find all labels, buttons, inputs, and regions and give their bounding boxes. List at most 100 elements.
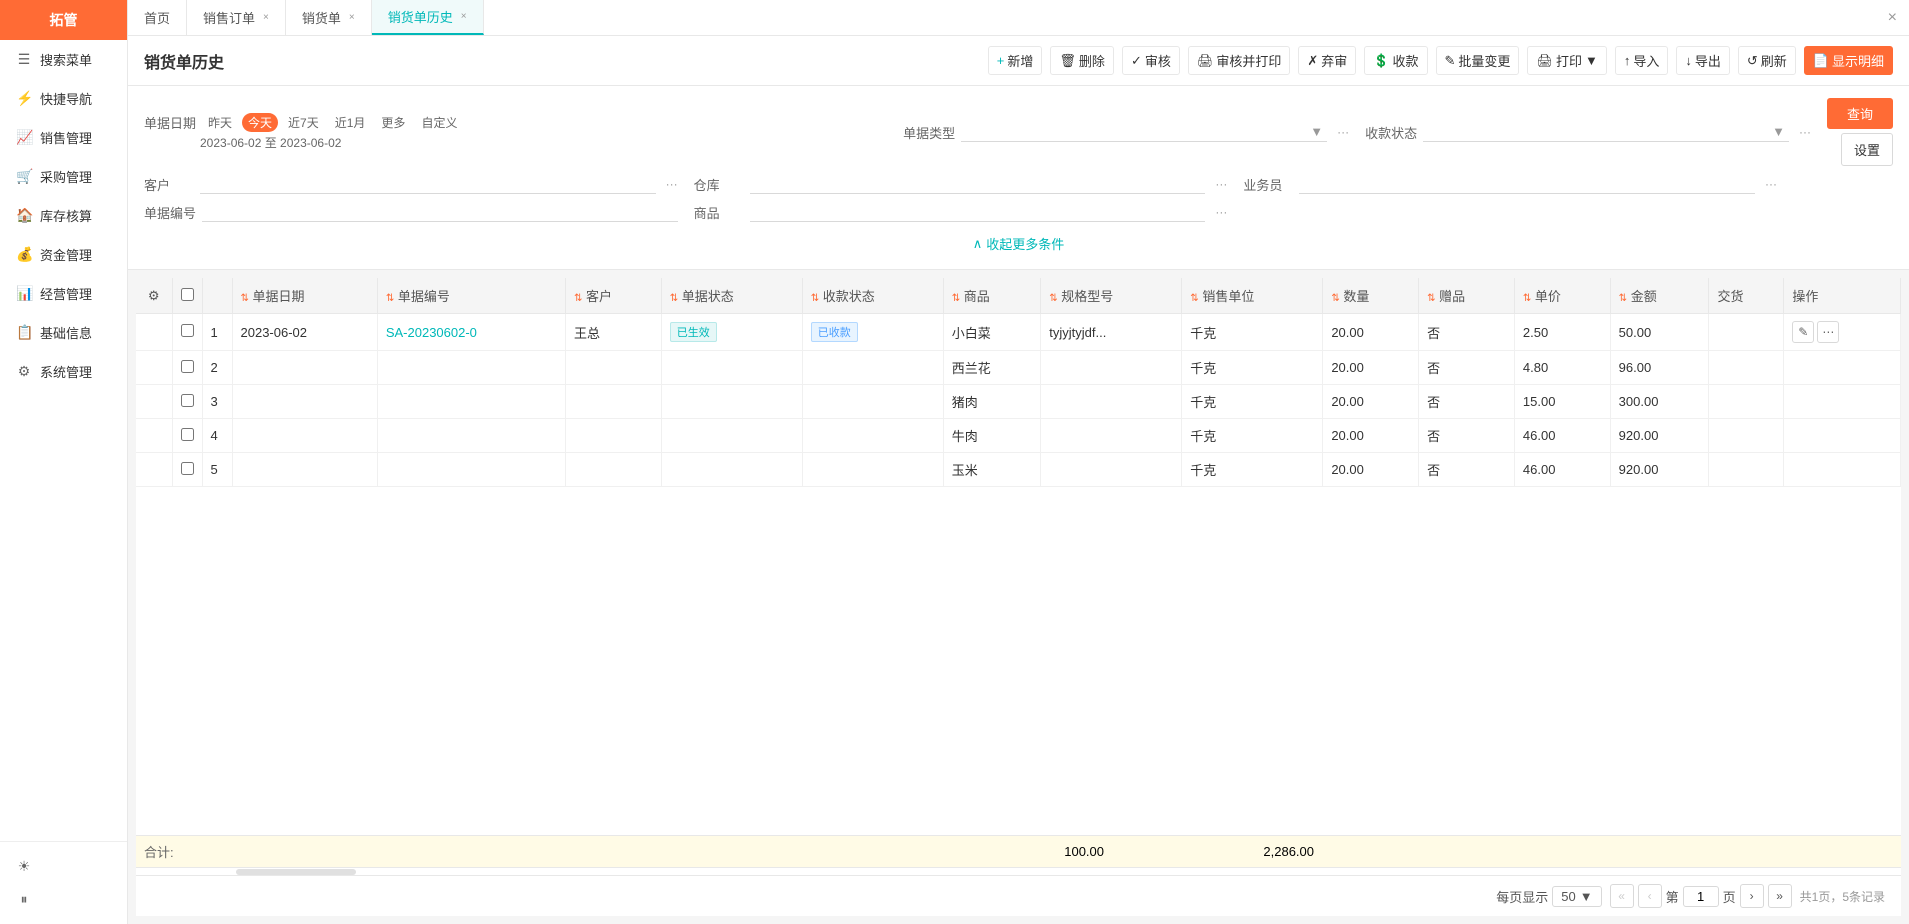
sidebar-item-purchase-mgmt[interactable]: 🛒 采购管理 [0, 157, 127, 196]
setting-button[interactable]: 设置 [1841, 133, 1893, 166]
doc-no-link[interactable]: SA-20230602-0 [386, 325, 477, 340]
date-tag-yesterday[interactable]: 昨天 [202, 113, 238, 132]
row-checkbox-4[interactable] [181, 462, 194, 475]
new-button[interactable]: + 新增 [988, 46, 1043, 75]
th-qty[interactable]: ⇅ 数量 [1323, 278, 1419, 314]
sidebar-item-sales-mgmt[interactable]: 📈 销售管理 [0, 118, 127, 157]
checkbox-cell[interactable] [172, 351, 202, 385]
row-checkbox-3[interactable] [181, 428, 194, 441]
th-doc-status[interactable]: ⇅ 单据状态 [661, 278, 802, 314]
checkbox-cell[interactable] [172, 314, 202, 351]
payment-status-extra[interactable]: ··· [1799, 125, 1811, 139]
payment-status-select[interactable]: ▼ [1423, 122, 1789, 142]
salesperson-input[interactable] [1299, 174, 1755, 194]
action-cell[interactable]: ✎⋯ [1784, 314, 1901, 351]
tab-sales-invoice-close[interactable]: × [349, 12, 355, 23]
audit-print-button[interactable]: 🖨 审核并打印 [1188, 46, 1291, 75]
horizontal-scrollbar[interactable] [236, 869, 356, 875]
th-amount[interactable]: ⇅ 金额 [1610, 278, 1709, 314]
sidebar-item-system-mgmt[interactable]: ⚙ 系统管理 [0, 352, 127, 391]
tab-sales-history[interactable]: 销货单历史 × [372, 0, 484, 35]
page-input[interactable] [1683, 886, 1719, 907]
product-input[interactable] [750, 202, 1206, 222]
tab-sales-history-close[interactable]: × [461, 11, 467, 22]
sidebar-bottom-pause[interactable]: ⏸ [0, 883, 127, 916]
date-tag-7days[interactable]: 近7天 [282, 113, 325, 132]
sidebar-item-quick-nav[interactable]: ⚡ 快捷导航 [0, 79, 127, 118]
doc-no-cell[interactable]: SA-20230602-0 [377, 314, 565, 351]
sidebar-item-search-menu[interactable]: ☰ 搜索菜单 [0, 40, 127, 79]
table-scroll-container[interactable]: ⚙ ⇅ 单据日期 ⇅ 单据编号 ⇅ 客户 [136, 278, 1901, 835]
date-tag-more[interactable]: 更多 [375, 113, 411, 132]
th-product[interactable]: ⇅ 商品 [943, 278, 1040, 314]
row-checkbox-2[interactable] [181, 394, 194, 407]
next-page-button[interactable]: › [1740, 884, 1764, 908]
tab-home[interactable]: 首页 [128, 0, 187, 35]
collapse-filter-button[interactable]: ∧ 收起更多条件 [144, 230, 1893, 257]
th-date[interactable]: ⇅ 单据日期 [232, 278, 377, 314]
row-checkbox-0[interactable] [181, 324, 194, 337]
last-page-button[interactable]: » [1768, 884, 1792, 908]
customer-input[interactable] [200, 174, 656, 194]
warehouse-extra[interactable]: ··· [1215, 177, 1227, 191]
doc-type-extra[interactable]: ··· [1337, 125, 1349, 139]
import-button[interactable]: ↑ 导入 [1615, 46, 1669, 75]
th-gift[interactable]: ⇅ 赠品 [1419, 278, 1515, 314]
first-page-button[interactable]: « [1610, 884, 1634, 908]
refresh-button[interactable]: ↺ 刷新 [1738, 46, 1796, 75]
batch-change-button[interactable]: ✎ 批量变更 [1436, 46, 1520, 75]
checkbox-cell[interactable] [172, 419, 202, 453]
query-button[interactable]: 查询 [1827, 98, 1893, 129]
action-cell[interactable] [1784, 419, 1901, 453]
date-tag-custom[interactable]: 自定义 [415, 113, 463, 132]
action-cell[interactable] [1784, 351, 1901, 385]
row-checkbox-1[interactable] [181, 360, 194, 373]
doc-no-cell[interactable] [377, 351, 565, 385]
th-price[interactable]: ⇅ 单价 [1514, 278, 1610, 314]
doc-no-cell[interactable] [377, 419, 565, 453]
export-button[interactable]: ↓ 导出 [1676, 46, 1730, 75]
print-button[interactable]: 🖨 打印 ▼ [1527, 46, 1606, 75]
tab-sales-invoice[interactable]: 销货单 × [286, 0, 372, 35]
sidebar-bottom-sun[interactable]: ☀ [0, 850, 127, 883]
warehouse-input[interactable] [750, 174, 1206, 194]
date-tag-today[interactable]: 今天 [242, 113, 278, 132]
th-unit[interactable]: ⇅ 销售单位 [1182, 278, 1323, 314]
delete-button[interactable]: 🗑 删除 [1050, 46, 1114, 75]
collect-button[interactable]: 💲 收款 [1364, 46, 1427, 75]
audit-button[interactable]: ✓ 审核 [1122, 46, 1180, 75]
checkbox-cell[interactable] [172, 453, 202, 487]
sidebar-item-basic-info[interactable]: 📋 基础信息 [0, 313, 127, 352]
action-cell[interactable] [1784, 385, 1901, 419]
abandon-button[interactable]: ✗ 弃审 [1298, 46, 1356, 75]
more-btn-0[interactable]: ⋯ [1817, 321, 1839, 343]
doc-no-input[interactable] [202, 202, 678, 222]
checkbox-cell[interactable] [172, 385, 202, 419]
show-detail-button[interactable]: 📄 显示明细 [1804, 46, 1893, 75]
th-gear[interactable]: ⚙ [136, 278, 172, 314]
doc-no-cell[interactable] [377, 385, 565, 419]
close-all-tabs-button[interactable]: × [1876, 0, 1909, 35]
sidebar-item-inventory[interactable]: 🏠 库存核算 [0, 196, 127, 235]
edit-btn-0[interactable]: ✎ [1792, 321, 1814, 343]
th-customer[interactable]: ⇅ 客户 [565, 278, 661, 314]
prev-page-button[interactable]: ‹ [1638, 884, 1662, 908]
tab-sales-order-close[interactable]: × [263, 12, 269, 23]
th-doc-no[interactable]: ⇅ 单据编号 [377, 278, 565, 314]
sidebar-item-finance[interactable]: 💰 资金管理 [0, 235, 127, 274]
tab-sales-order[interactable]: 销售订单 × [187, 0, 286, 35]
date-tag-1month[interactable]: 近1月 [329, 113, 372, 132]
salesperson-extra[interactable]: ··· [1765, 177, 1777, 191]
page-suffix: 页 [1723, 887, 1736, 906]
customer-extra[interactable]: ··· [666, 177, 678, 191]
action-cell[interactable] [1784, 453, 1901, 487]
doc-type-select[interactable]: ▼ [961, 122, 1327, 142]
product-extra[interactable]: ··· [1215, 205, 1227, 219]
sidebar-item-operations[interactable]: 📊 经营管理 [0, 274, 127, 313]
th-spec[interactable]: ⇅ 规格型号 [1041, 278, 1182, 314]
page-size-box[interactable]: 50 ▼ [1552, 886, 1601, 907]
th-payment-status[interactable]: ⇅ 收款状态 [802, 278, 943, 314]
doc-no-cell[interactable] [377, 453, 565, 487]
th-checkbox[interactable] [172, 278, 202, 314]
select-all-checkbox[interactable] [181, 288, 194, 301]
